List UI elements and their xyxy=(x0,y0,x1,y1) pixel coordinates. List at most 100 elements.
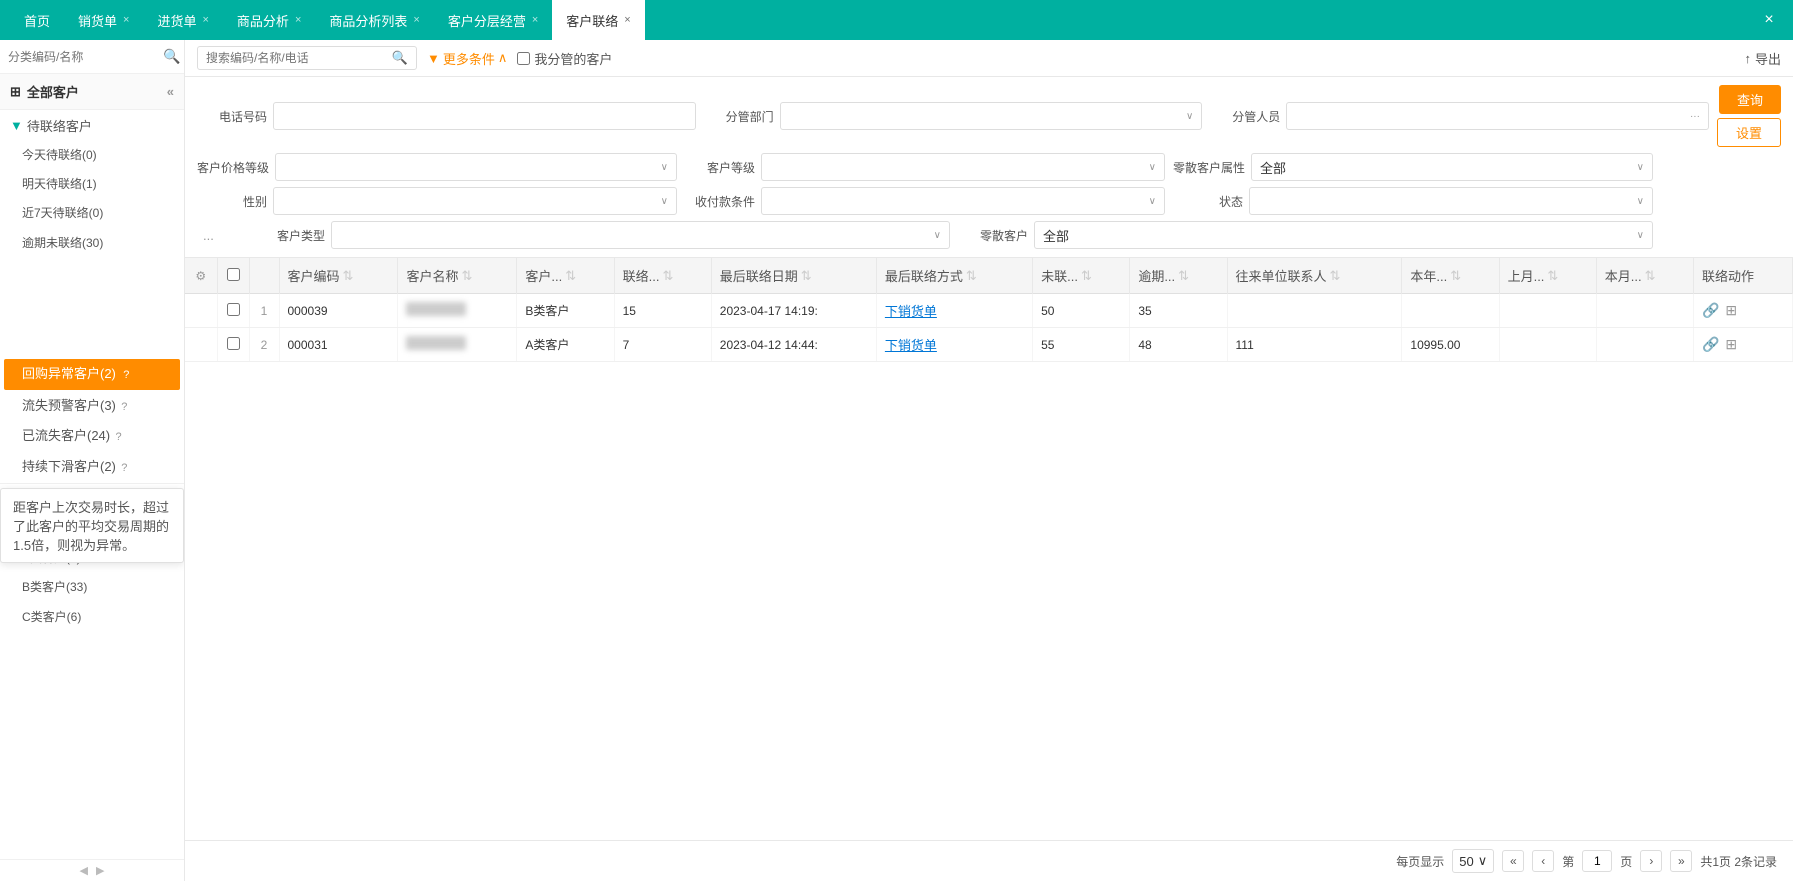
retail-cust-cell: 零散客户 全部 ∨ xyxy=(958,221,1653,249)
sort-last-date-icon: ⇅ xyxy=(801,268,812,284)
declining-item[interactable]: 持续下滑客户(2) ? xyxy=(0,452,184,483)
select-all-checkbox[interactable] xyxy=(227,268,240,281)
row1-category: B类客户 xyxy=(517,294,614,328)
row2-link-icon[interactable]: 🔗 xyxy=(1702,336,1719,353)
row1-grid-icon[interactable]: ⊞ xyxy=(1725,302,1737,319)
col-action: 联络动作 xyxy=(1693,258,1792,294)
last-page-btn[interactable]: » xyxy=(1670,850,1692,872)
sidebar-collapse-icon[interactable]: « xyxy=(167,84,174,99)
row1-last-month xyxy=(1499,294,1596,328)
row2-method-link[interactable]: 下销货单 xyxy=(885,338,937,353)
col-settings[interactable]: ⚙ xyxy=(185,258,217,294)
window-close-button[interactable]: × xyxy=(1755,6,1783,34)
week-contact-item[interactable]: 近7天待联络(0) xyxy=(0,199,184,228)
col-last-month[interactable]: 上月... ⇅ xyxy=(1499,258,1596,294)
row2-select[interactable] xyxy=(227,337,240,350)
payment-select[interactable]: ∨ xyxy=(761,187,1165,215)
nav-customer-contact[interactable]: 客户联络 × xyxy=(552,0,644,40)
payment-cell: 收付款条件 ∨ xyxy=(685,187,1165,215)
col-contact-person[interactable]: 往来单位联系人 ⇅ xyxy=(1227,258,1402,294)
row2-last-method[interactable]: 下销货单 xyxy=(876,328,1032,362)
dots-more-btn[interactable]: ... xyxy=(197,228,220,243)
sidebar-scroll-right[interactable]: ▶ xyxy=(96,864,104,877)
price-grade-select[interactable]: ∨ xyxy=(275,153,677,181)
col-category[interactable]: 客户... ⇅ xyxy=(517,258,614,294)
repurchase-anomaly-item[interactable]: 回购异常客户(2) ? xyxy=(4,359,180,390)
row2-last-month xyxy=(1499,328,1596,362)
col-overdue[interactable]: 逾期... ⇅ xyxy=(1130,258,1227,294)
row1-select[interactable] xyxy=(227,303,240,316)
col-last-method[interactable]: 最后联络方式 ⇅ xyxy=(876,258,1032,294)
c-class-item[interactable]: C类客户(6) xyxy=(0,603,184,632)
churned-item[interactable]: 已流失客户(24) ? xyxy=(0,421,184,452)
export-button[interactable]: ↑ 导出 xyxy=(1744,49,1781,68)
col-this-month[interactable]: 本月... ⇅ xyxy=(1596,258,1693,294)
pending-contact-group[interactable]: ▼ 待联络客户 xyxy=(0,110,184,141)
col-this-year[interactable]: 本年... ⇅ xyxy=(1402,258,1499,294)
retail-cust-select[interactable]: 全部 ∨ xyxy=(1034,221,1653,249)
col-contact[interactable]: 联络... ⇅ xyxy=(614,258,711,294)
my-customers-checkbox[interactable] xyxy=(517,52,530,65)
col-name[interactable]: 客户名称 ⇅ xyxy=(398,258,517,294)
pagination-bar: 每页显示 50 ∨ « ‹ 第 页 › » 共1页 2条记录 xyxy=(185,840,1793,881)
cust-grade-select[interactable]: ∨ xyxy=(761,153,1165,181)
status-cell: 状态 ∨ xyxy=(1173,187,1653,215)
row2-grid-icon[interactable]: ⊞ xyxy=(1725,336,1737,353)
nav-sales[interactable]: 销货单 × xyxy=(64,0,143,40)
query-button[interactable]: 查询 xyxy=(1719,85,1781,114)
retail-attr-label: 零散客户属性 xyxy=(1173,159,1245,176)
today-contact-item[interactable]: 今天待联络(0) xyxy=(0,141,184,170)
col-num xyxy=(249,258,279,294)
sort-this-year-icon: ⇅ xyxy=(1450,268,1461,284)
overdue-contact-item[interactable]: 逾期未联络(30) xyxy=(0,229,184,258)
nav-customer-segment[interactable]: 客户分层经营 × xyxy=(434,0,552,40)
gender-select[interactable]: ∨ xyxy=(273,187,677,215)
b-class-item[interactable]: B类客户(33) xyxy=(0,573,184,602)
nav-home[interactable]: 首页 xyxy=(10,0,64,40)
col-code[interactable]: 客户编码 ⇅ xyxy=(279,258,398,294)
all-customers-header[interactable]: ⊞ 全部客户 « xyxy=(0,74,184,110)
close-product-list-tab[interactable]: × xyxy=(413,14,419,26)
row1-last-method[interactable]: 下销货单 xyxy=(876,294,1032,328)
close-sales-tab[interactable]: × xyxy=(123,14,129,26)
per-page-select[interactable]: 50 ∨ xyxy=(1452,849,1494,873)
col-last-date[interactable]: 最后联络日期 ⇅ xyxy=(711,258,876,294)
churn-warning-item[interactable]: 流失预警客户(3) ? xyxy=(0,391,184,422)
phone-input[interactable] xyxy=(273,102,696,130)
row2-code[interactable]: 000031 xyxy=(279,328,398,362)
cust-type-select[interactable]: ∨ xyxy=(331,221,950,249)
top-nav: 首页 销货单 × 进货单 × 商品分析 × 商品分析列表 × 客户分层经营 × … xyxy=(0,0,1793,40)
cust-type-chevron: ∨ xyxy=(934,230,941,241)
nav-product-analysis-list[interactable]: 商品分析列表 × xyxy=(315,0,433,40)
advanced-filters: 电话号码 分管部门 ∨ 分管人员 ··· xyxy=(185,77,1793,258)
sort-last-method-icon: ⇅ xyxy=(966,268,977,284)
page-input[interactable] xyxy=(1582,850,1612,872)
row1-method-link[interactable]: 下销货单 xyxy=(885,304,937,319)
sidebar-search-input[interactable] xyxy=(8,50,163,64)
search-input[interactable] xyxy=(206,51,392,65)
close-segment-tab[interactable]: × xyxy=(532,14,538,26)
next-page-btn[interactable]: › xyxy=(1640,850,1662,872)
nav-product-analysis[interactable]: 商品分析 × xyxy=(223,0,315,40)
row1-link-icon[interactable]: 🔗 xyxy=(1702,302,1719,319)
status-select[interactable]: ∨ xyxy=(1249,187,1653,215)
prev-page-btn[interactable]: ‹ xyxy=(1532,850,1554,872)
price-grade-cell: 客户价格等级 ∨ xyxy=(197,153,677,181)
phone-label: 电话号码 xyxy=(197,108,267,125)
dept-select[interactable]: ∨ xyxy=(780,102,1203,130)
tomorrow-contact-item[interactable]: 明天待联络(1) xyxy=(0,170,184,199)
per-page-chevron: ∨ xyxy=(1478,853,1488,869)
first-page-btn[interactable]: « xyxy=(1502,850,1524,872)
retail-attr-select[interactable]: 全部 ∨ xyxy=(1251,153,1653,181)
row1-code[interactable]: 000039 xyxy=(279,294,398,328)
per-page-label: 每页显示 xyxy=(1396,853,1444,870)
close-contact-tab[interactable]: × xyxy=(624,14,630,26)
settings-button[interactable]: 设置 xyxy=(1717,118,1781,147)
more-conditions-btn[interactable]: ▼ 更多条件 ∧ xyxy=(427,49,507,68)
person-select[interactable]: ··· xyxy=(1286,102,1709,130)
close-purchase-tab[interactable]: × xyxy=(202,14,208,26)
close-product-analysis-tab[interactable]: × xyxy=(295,14,301,26)
col-uncontacted[interactable]: 未联... ⇅ xyxy=(1033,258,1130,294)
nav-purchase[interactable]: 进货单 × xyxy=(143,0,222,40)
sidebar-scroll-left[interactable]: ◀ xyxy=(80,864,88,877)
